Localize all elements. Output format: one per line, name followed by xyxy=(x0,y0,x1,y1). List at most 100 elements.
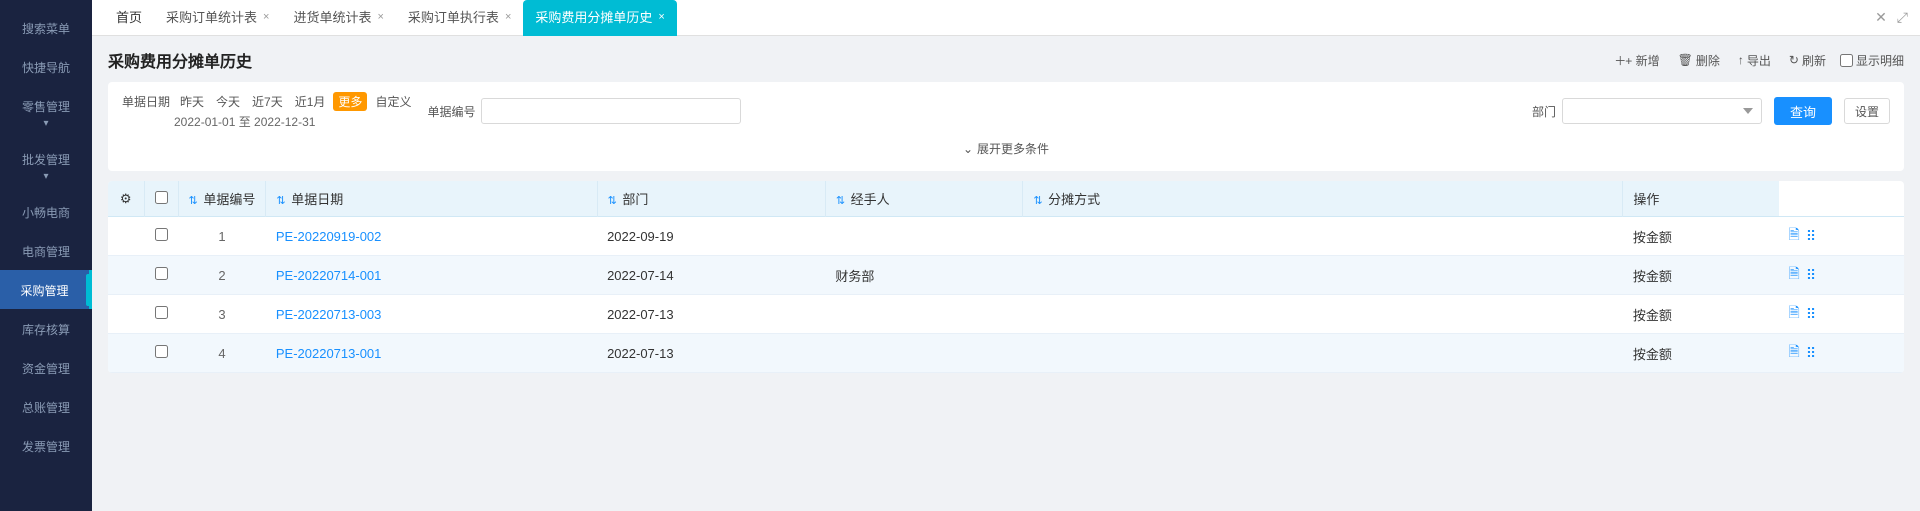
delete-icon: 🗑 xyxy=(1678,53,1693,67)
doc-no-input[interactable] xyxy=(481,98,741,124)
refresh-button[interactable]: ↻ 刷新 xyxy=(1785,50,1830,71)
show-cols-checkbox[interactable] xyxy=(1840,54,1853,67)
view-action-icon[interactable]: 🗎 xyxy=(1789,302,1800,326)
action-icons-group: 🗎 ⠿ xyxy=(1789,263,1894,287)
date-btn-1month[interactable]: 近1月 xyxy=(291,92,330,111)
view-action-icon[interactable]: 🗎 xyxy=(1789,224,1800,248)
row-doc-date: 2022-09-19 xyxy=(597,217,825,256)
date-filter-group: 单据日期 昨天 今天 近7天 近1月 更多 自定义 2022-01-01 至 2… xyxy=(122,92,415,130)
date-btn-more[interactable]: 更多 xyxy=(333,92,367,111)
date-filter-label: 单据日期 xyxy=(122,93,170,110)
view-action-icon[interactable]: 🗎 xyxy=(1789,263,1800,287)
refresh-icon: ↻ xyxy=(1789,53,1799,67)
sidebar-item-purchase[interactable]: 采购管理 xyxy=(0,270,92,309)
sidebar-item-wholesale[interactable]: 批发管理 ▾ xyxy=(0,139,92,192)
date-btn-custom[interactable]: 自定义 xyxy=(371,92,415,111)
tab-cost-alloc-history[interactable]: 采购费用分摊单历史 × xyxy=(523,0,676,36)
table-row: 2 PE-20220714-001 2022-07-14 财务部 按金额 🗎 ⠿ xyxy=(108,256,1904,295)
sidebar-item-retail[interactable]: 零售管理 ▾ xyxy=(0,86,92,139)
more-action-icon[interactable]: ⠿ xyxy=(1806,306,1816,323)
filter-settings-button[interactable]: 设置 xyxy=(1844,98,1890,124)
add-button[interactable]: ＋ + 新增 xyxy=(1610,50,1663,71)
sort-icon-doc-date: ⇅ xyxy=(276,195,285,207)
doc-no-link[interactable]: PE-20220713-003 xyxy=(276,307,382,322)
sidebar-item-ecommerce-small[interactable]: 小畅电商 xyxy=(0,192,92,231)
sidebar-item-inventory[interactable]: 库存核算 xyxy=(0,309,92,348)
col-header-alloc-method[interactable]: ⇅ 分摊方式 xyxy=(1023,181,1623,217)
tab-po-stats[interactable]: 采购订单统计表 × xyxy=(154,0,281,36)
row-action-cell: 🗎 ⠿ xyxy=(1779,295,1904,334)
tab-home[interactable]: 首页 xyxy=(104,0,154,36)
row-checkbox[interactable] xyxy=(155,267,168,280)
maximize-window-icon[interactable]: ⤢ xyxy=(1897,9,1908,26)
row-settings-cell xyxy=(108,295,144,334)
row-handler xyxy=(1023,295,1623,334)
date-btn-today[interactable]: 今天 xyxy=(212,92,244,111)
action-icons-group: 🗎 ⠿ xyxy=(1789,341,1894,365)
sidebar-item-ledger[interactable]: 总账管理 xyxy=(0,387,92,426)
col-header-handler[interactable]: ⇅ 经手人 xyxy=(825,181,1023,217)
row-dept xyxy=(825,334,1023,373)
row-dept: 财务部 xyxy=(825,256,1023,295)
tab-purchase-stats[interactable]: 进货单统计表 × xyxy=(281,0,395,36)
more-action-icon[interactable]: ⠿ xyxy=(1806,267,1816,284)
row-handler xyxy=(1023,334,1623,373)
delete-button[interactable]: 🗑 删除 xyxy=(1674,50,1724,71)
doc-no-link[interactable]: PE-20220919-002 xyxy=(276,229,382,244)
date-preset-buttons: 昨天 今天 近7天 近1月 更多 自定义 xyxy=(176,92,415,111)
close-window-icon[interactable]: ✕ xyxy=(1875,9,1887,26)
doc-no-link[interactable]: PE-20220713-001 xyxy=(276,346,382,361)
tab-po-exec[interactable]: 采购订单执行表 × xyxy=(396,0,523,36)
action-icons-group: 🗎 ⠿ xyxy=(1789,224,1894,248)
select-all-checkbox[interactable] xyxy=(155,191,168,204)
more-action-icon[interactable]: ⠿ xyxy=(1806,228,1816,245)
more-action-icon[interactable]: ⠿ xyxy=(1806,345,1816,362)
filter-area: 单据日期 昨天 今天 近7天 近1月 更多 自定义 2022-01-01 至 2… xyxy=(108,82,1904,171)
row-check-cell xyxy=(144,256,178,295)
expand-more-button[interactable]: ⌄ 展开更多条件 xyxy=(122,136,1890,161)
table-header-row: ⚙ ⇅ 单据编号 ⇅ 单据日期 ⇅ xyxy=(108,181,1904,217)
dept-select[interactable]: 财务部 xyxy=(1562,98,1762,124)
doc-no-label: 单据编号 xyxy=(427,103,475,120)
query-button[interactable]: 查询 xyxy=(1774,97,1832,125)
row-settings-cell xyxy=(108,256,144,295)
close-tab-po-exec[interactable]: × xyxy=(505,11,511,23)
row-checkbox[interactable] xyxy=(155,228,168,241)
table-row: 4 PE-20220713-001 2022-07-13 按金额 🗎 ⠿ xyxy=(108,334,1904,373)
active-indicator xyxy=(86,274,89,306)
view-action-icon[interactable]: 🗎 xyxy=(1789,341,1800,365)
sidebar-item-search-menu[interactable]: 搜索菜单 xyxy=(0,8,92,47)
sidebar-item-ecommerce[interactable]: 电商管理 xyxy=(0,231,92,270)
sidebar-item-quick-nav[interactable]: 快捷导航 xyxy=(0,47,92,86)
dept-label: 部门 xyxy=(1532,103,1556,120)
row-alloc-method: 按金额 xyxy=(1623,295,1779,334)
row-checkbox[interactable] xyxy=(155,345,168,358)
col-header-doc-date[interactable]: ⇅ 单据日期 xyxy=(266,181,597,217)
sidebar-item-finance[interactable]: 资金管理 xyxy=(0,348,92,387)
row-settings-cell xyxy=(108,334,144,373)
col-header-settings[interactable]: ⚙ xyxy=(108,181,144,217)
row-doc-date: 2022-07-13 xyxy=(597,295,825,334)
date-btn-yesterday[interactable]: 昨天 xyxy=(176,92,208,111)
toolbar: ＋ + 新增 🗑 删除 ↑ 导出 ↻ 刷新 显示明细 xyxy=(1610,50,1904,71)
sort-icon-alloc-method: ⇅ xyxy=(1033,195,1042,207)
row-alloc-method: 按金额 xyxy=(1623,334,1779,373)
close-tab-purchase-stats[interactable]: × xyxy=(377,11,383,23)
doc-no-link[interactable]: PE-20220714-001 xyxy=(276,268,382,283)
sidebar-item-invoice[interactable]: 发票管理 xyxy=(0,426,92,465)
tab-bar: 首页 采购订单统计表 × 进货单统计表 × 采购订单执行表 × 采购费用分摊单历… xyxy=(92,0,1920,36)
export-button[interactable]: ↑ 导出 xyxy=(1734,50,1775,71)
col-header-doc-no[interactable]: ⇅ 单据编号 xyxy=(178,181,266,217)
date-range-display: 2022-01-01 至 2022-12-31 xyxy=(174,113,415,130)
col-header-dept[interactable]: ⇅ 部门 xyxy=(597,181,825,217)
close-tab-cost-alloc-history[interactable]: × xyxy=(658,11,664,23)
show-cols-toggle[interactable]: 显示明细 xyxy=(1840,52,1904,69)
row-checkbox[interactable] xyxy=(155,306,168,319)
row-action-cell: 🗎 ⠿ xyxy=(1779,256,1904,295)
close-tab-po-stats[interactable]: × xyxy=(263,11,269,23)
row-num: 3 xyxy=(178,295,266,334)
row-doc-no: PE-20220919-002 xyxy=(266,217,597,256)
dept-filter-group: 部门 财务部 xyxy=(1532,98,1762,124)
date-btn-7days[interactable]: 近7天 xyxy=(248,92,287,111)
page-title: 采购费用分摊单历史 xyxy=(108,48,252,72)
